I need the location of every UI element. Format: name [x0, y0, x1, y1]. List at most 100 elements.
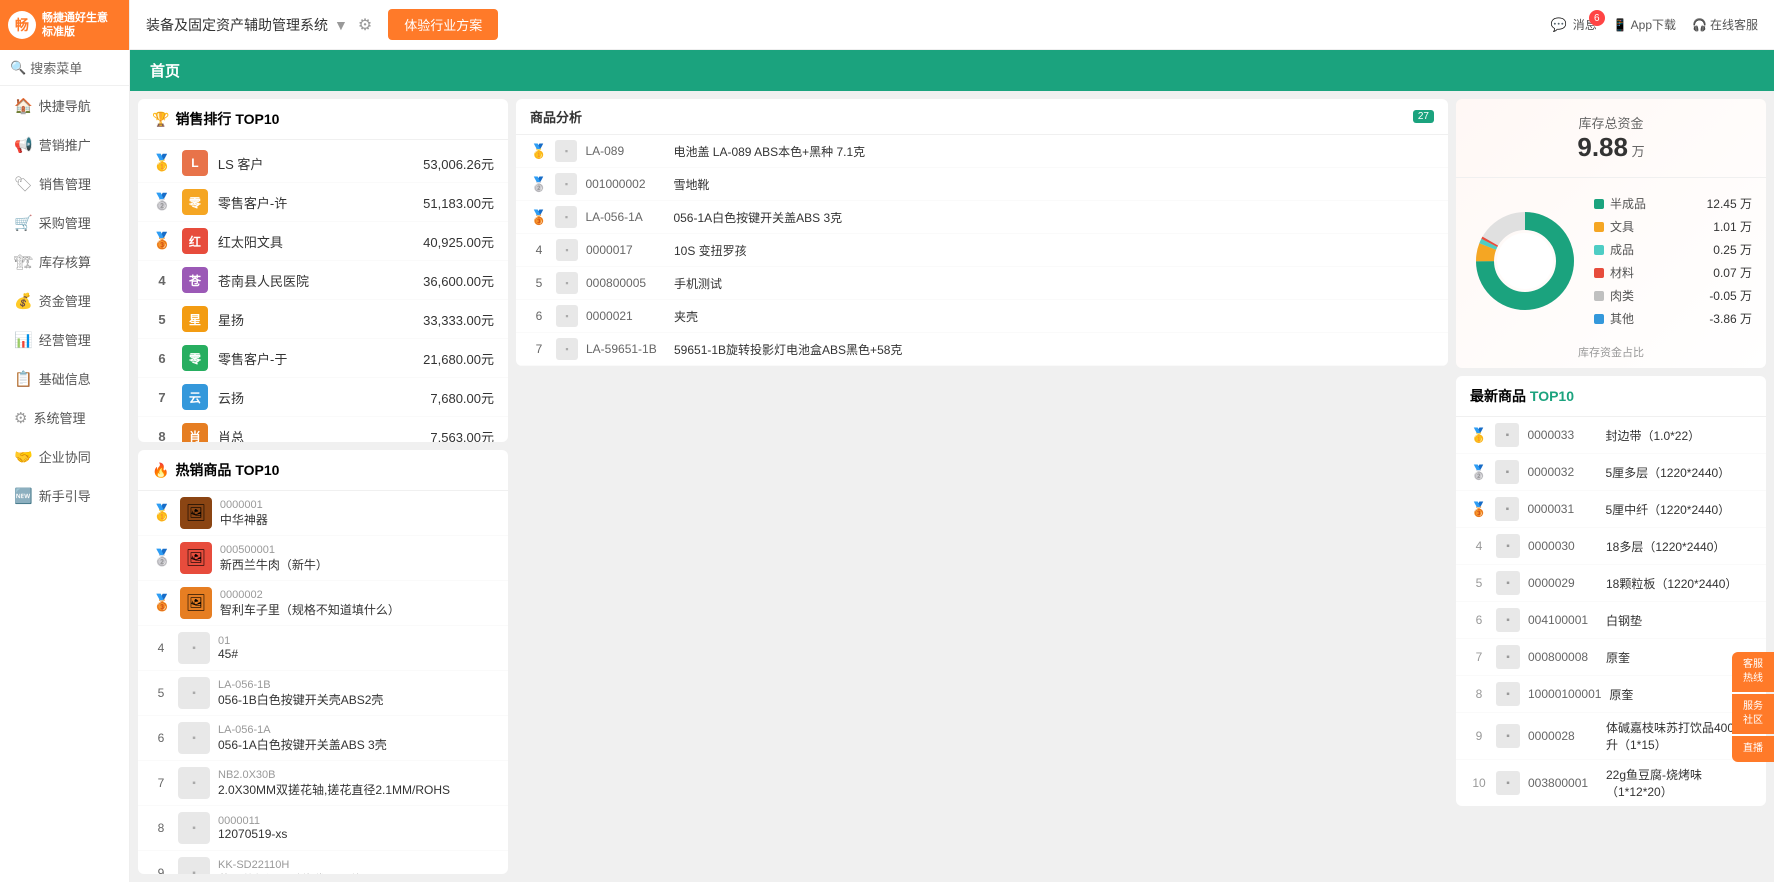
newest-code: 0000030	[1528, 539, 1598, 553]
sidebar-item-system[interactable]: ⚙系统管理	[0, 398, 129, 437]
sidebar: 畅 畅捷通好生意 标准版 🔍 搜索菜单 🏠快捷导航📢营销推广🏷销售管理🛒采购管理…	[0, 0, 130, 882]
sidebar-item-purchase[interactable]: 🛒采购管理	[0, 203, 129, 242]
online-service-button[interactable]: 🎧 在线客服	[1692, 16, 1758, 33]
sidebar-item-quick-nav[interactable]: 🏠快捷导航	[0, 86, 129, 125]
newest-code: 0000033	[1527, 428, 1597, 442]
newest-code: 0000032	[1527, 465, 1597, 479]
product-thumb: ▪	[178, 632, 210, 664]
sold-rank-medal: 🥇	[530, 143, 547, 160]
sold-item: 4 ▪ 0000017 10S 变扭罗孩	[516, 234, 1448, 267]
settings-icon[interactable]: ⚙	[358, 15, 372, 35]
sidebar-item-guide[interactable]: 🆕新手引导	[0, 476, 129, 515]
hot-rank-num: 8	[152, 821, 170, 835]
hot-product-item: 6 ▪ LA-056-1A 056-1A白色按键开关盖ABS 3壳	[138, 716, 508, 761]
sold-badge: 27	[1413, 110, 1434, 123]
sidebar-item-marketing[interactable]: 📢营销推广	[0, 125, 129, 164]
system-icon: ⚙	[14, 409, 27, 427]
sidebar-item-operation[interactable]: 📊经营管理	[0, 320, 129, 359]
search-icon: 🔍	[10, 60, 26, 76]
purchase-label: 采购管理	[39, 213, 91, 232]
newest-rank-medal: 🥈	[1470, 464, 1487, 481]
newest-rank-num: 4	[1470, 539, 1488, 553]
search-menu[interactable]: 🔍 搜索菜单	[0, 50, 129, 86]
operation-label: 经营管理	[39, 330, 91, 349]
rank-amount: 53,006.26元	[423, 154, 494, 173]
sidebar-item-coop[interactable]: 🤝 企业协同	[0, 437, 129, 476]
rank-name: 零售客户-于	[218, 349, 413, 368]
newest-name: 18多层（1220*2440）	[1606, 538, 1752, 555]
legend-dot	[1594, 314, 1604, 324]
sold-code: 0000017	[586, 243, 666, 257]
hot-product-item: 9 ▪ KK-SD22110H 花语萌侣温分髓绑袋（厚款）	[138, 851, 508, 874]
newest-rank-num: 5	[1470, 576, 1488, 590]
float-live[interactable]: 直播	[1732, 736, 1774, 762]
sold-item: 6 ▪ 0000021 夹壳	[516, 300, 1448, 333]
stock-unit: 万	[1632, 144, 1645, 159]
stock-ratio-label: 库存资金占比	[1456, 344, 1766, 368]
newest-item: 6 ▪ 004100001 白钢垫	[1456, 602, 1766, 639]
newest-name: 22g鱼豆腐-烧烤味（1*12*20）	[1606, 766, 1752, 800]
rank-num: 7	[152, 390, 172, 405]
legend-name: 半成品	[1610, 195, 1701, 212]
sold-code: LA-056-1A	[585, 210, 665, 224]
hot-rank-medal: 🥇	[152, 503, 172, 523]
rank-amount: 33,333.00元	[423, 310, 494, 329]
sidebar-item-base[interactable]: 📋基础信息	[0, 359, 129, 398]
notification-button[interactable]: 💬 消息 6	[1551, 16, 1597, 33]
dropdown-arrow[interactable]: ▼	[334, 17, 348, 33]
newest-thumb: ▪	[1496, 771, 1520, 795]
ranking-item: 6 零 零售客户-于 21,680.00元	[138, 339, 508, 378]
newest-item: 🥇 ▪ 0000033 封边带（1.0*22）	[1456, 417, 1766, 454]
newest-code: 004100001	[1528, 613, 1598, 627]
product-thumb: 🖼	[180, 497, 212, 529]
coop-label: 企业协同	[39, 447, 91, 466]
newest-code: 0000031	[1527, 502, 1597, 516]
quick-nav-label: 快捷导航	[39, 96, 91, 115]
newest-name: 原奎	[1609, 686, 1752, 703]
rank-name: 苍南县人民医院	[218, 271, 413, 290]
ranking-item: 5 星 星扬 33,333.00元	[138, 300, 508, 339]
sold-item: 🥈 ▪ 001000002 雪地靴	[516, 168, 1448, 201]
newest-item: 7 ▪ 000800008 原奎	[1456, 639, 1766, 676]
sidebar-item-stock[interactable]: 🏗库存核算	[0, 242, 129, 281]
sold-name: 雪地靴	[673, 176, 1434, 193]
float-community[interactable]: 服务社区	[1732, 694, 1774, 734]
legend-item: 成品 0.25 万	[1594, 238, 1752, 261]
page-header: 首页	[130, 50, 1774, 91]
rank-num: 4	[152, 273, 172, 288]
product-name: 056-1A白色按键开关盖ABS 3壳	[218, 736, 494, 753]
stock-label: 库存总资金	[1578, 116, 1643, 131]
rank-amount: 36,600.00元	[423, 271, 494, 290]
base-icon: 📋	[14, 370, 33, 388]
rank-name: 云扬	[218, 388, 420, 407]
sidebar-item-sales[interactable]: 🏷销售管理	[0, 164, 129, 203]
donut-container: 半成品 12.45 万 文具 1.01 万 成品 0.25 万 材料 0.07 …	[1456, 178, 1766, 344]
product-code: 0000002	[220, 589, 494, 601]
newest-thumb: ▪	[1496, 608, 1520, 632]
product-info: KK-SD22110H 花语萌侣温分髓绑袋（厚款）	[218, 859, 494, 875]
float-customer-service[interactable]: 客服热线	[1732, 652, 1774, 692]
newest-rank-num: 8	[1470, 687, 1488, 701]
sold-item: 🥇 ▪ LA-089 电池盖 LA-089 ABS本色+黑种 7.1克	[516, 135, 1448, 168]
newest-item: 5 ▪ 0000029 18颗粒板（1220*2440）	[1456, 565, 1766, 602]
newest-rank-num: 10	[1470, 776, 1488, 790]
stock-amount-container: 9.88 万	[1470, 132, 1752, 163]
newest-rank-num: 6	[1470, 613, 1488, 627]
coop-icon: 🤝	[14, 448, 33, 466]
product-code: LA-056-1B	[218, 679, 494, 691]
app-download-button[interactable]: 📱 App下载	[1613, 16, 1676, 33]
newest-name: 5厘多层（1220*2440）	[1605, 464, 1752, 481]
rank-num: 6	[152, 351, 172, 366]
rank-avatar: L	[182, 150, 208, 176]
newest-thumb: ▪	[1496, 645, 1520, 669]
notification-badge: 6	[1589, 10, 1605, 26]
trial-button[interactable]: 体验行业方案	[388, 9, 498, 40]
sold-name: 电池盖 LA-089 ABS本色+黑种 7.1克	[673, 143, 1434, 160]
newest-name: 白钢垫	[1606, 612, 1752, 629]
sold-item: 5 ▪ 000800005 手机测试	[516, 267, 1448, 300]
sold-rank-medal: 🥈	[530, 176, 547, 193]
topbar: 装备及固定资产辅助管理系统 ▼ ⚙ 体验行业方案 💬 消息 6 📱 App下载 …	[130, 0, 1774, 50]
sold-title: 商品分析	[530, 107, 582, 126]
logo-text: 畅捷通好生意 标准版	[42, 11, 108, 40]
sidebar-item-finance[interactable]: 💰资金管理	[0, 281, 129, 320]
